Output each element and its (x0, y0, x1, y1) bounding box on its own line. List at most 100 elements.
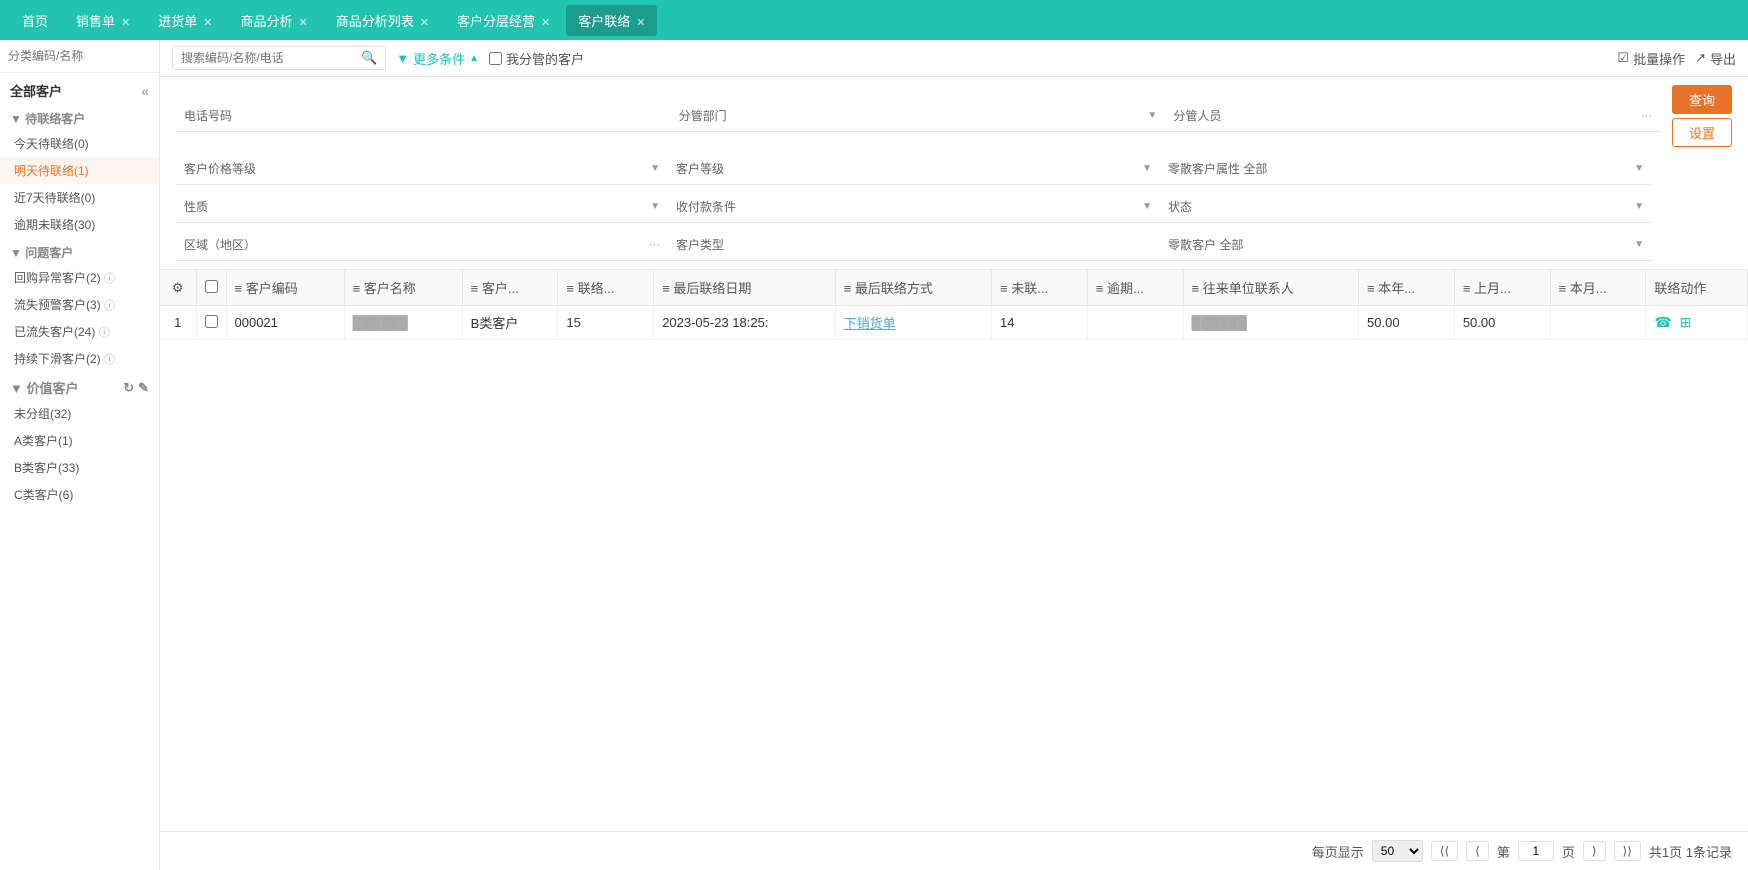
filter-dropdown-payment[interactable]: ▼ (1142, 201, 1152, 212)
my-customers-filter[interactable]: 我分管的客户 (489, 49, 584, 68)
filter-dropdown-nature[interactable]: ▼ (650, 201, 660, 212)
sidebar-item-today[interactable]: 今天待联络(0) (0, 130, 159, 157)
nav-item-customer-contact[interactable]: 客户联络✕ (566, 5, 657, 36)
filter-cell-dept: 分管部门 ▼ (671, 100, 1166, 132)
filter-label-dept: 分管部门 (679, 107, 749, 124)
nav-item-purchase[interactable]: 进货单✕ (146, 5, 224, 36)
sidebar-item-declining[interactable]: 持续下滑客户(2) ⓘ (0, 345, 159, 372)
col-checkbox[interactable] (196, 270, 226, 306)
filter-dropdown-customer-level[interactable]: ▼ (1142, 163, 1152, 174)
set-button[interactable]: 设置 (1672, 118, 1732, 147)
sidebar-value-refresh-icon[interactable]: ↻ (123, 380, 134, 396)
filter-label-region: 区域（地区） (184, 236, 256, 253)
filter-row-2: 客户价格等级 ▼ 客户等级 ▼ 零散客户属性 全部 ▼ (176, 153, 1732, 185)
col-settings[interactable]: ⚙ (160, 270, 196, 306)
filter-cell-person: 分管人员 ··· (1165, 100, 1660, 132)
cell-this-year: 50.00 (1359, 306, 1455, 340)
nav-close-icon[interactable]: ✕ (541, 17, 550, 29)
per-page-select[interactable]: 50 100 200 (1372, 840, 1423, 862)
main-search-icon[interactable]: 🔍 (361, 50, 377, 66)
cell-last-contact-method[interactable]: 下销货单 (835, 306, 991, 340)
nav-item-sales[interactable]: 销售单✕ (64, 5, 142, 36)
nav-item-goods-analysis[interactable]: 商品分析✕ (228, 5, 319, 36)
filter-cell-customer-level: 客户等级 ▼ (668, 153, 1160, 185)
col-last-contact-method-header: ≡ 最后联络方式 (835, 270, 991, 306)
grid-icon[interactable]: ⊞ (1680, 314, 1692, 331)
nav-close-icon[interactable]: ✕ (121, 17, 130, 29)
filter-label-payment: 收付款条件 (676, 198, 746, 215)
contact-method-link[interactable]: 下销货单 (844, 316, 896, 331)
table-body: 1 000021 ██████ B类客户 15 2023-05-23 18:25… (160, 306, 1748, 340)
filter-dropdown-dept[interactable]: ▼ (1147, 110, 1157, 121)
filter-dots-region[interactable]: ··· (649, 239, 660, 251)
cell-checkbox[interactable] (196, 306, 226, 340)
cell-type: B类客户 (462, 306, 558, 340)
col-overdue-header: ≡ 逾期... (1087, 270, 1183, 306)
my-customers-checkbox[interactable] (489, 52, 502, 65)
all-customers-header[interactable]: 全部客户 « (0, 73, 159, 104)
main-search-input[interactable] (181, 51, 361, 65)
next-page-btn[interactable]: ⟩ (1583, 841, 1606, 861)
sidebar-item-classB[interactable]: B类客户(33) (0, 454, 159, 481)
cell-name: ██████ (344, 306, 462, 340)
nav-item-home[interactable]: 首页 (10, 5, 60, 36)
advanced-filter-panel: 电话号码 分管部门 ▼ 分管人员 ··· 查询 设置 (160, 77, 1748, 270)
nav-item-goods-analysis-list[interactable]: 商品分析列表✕ (324, 5, 441, 36)
sidebar-item-churn-warning[interactable]: 流失预警客户(3) ⓘ (0, 291, 159, 318)
sidebar-search-input[interactable] (8, 49, 160, 63)
filter-row-4: 区域（地区） ··· 客户类型 零散客户 全部 ▼ (176, 229, 1732, 261)
customer-table-container: ⚙ ≡ 客户编码 ≡ 客户名称 ≡ 客户... ≡ 联络... ≡ 最后联络日期… (160, 270, 1748, 831)
export-btn[interactable]: ↗ 导出 (1695, 49, 1736, 68)
sidebar-group-pending[interactable]: ▼ 待联络客户 (0, 104, 159, 130)
sidebar-item-week[interactable]: 近7天待联络(0) (0, 184, 159, 211)
total-records: 共1页 1条记录 (1649, 842, 1732, 861)
cell-contact-count: 15 (558, 306, 654, 340)
sidebar-item-classC[interactable]: C类客户(6) (0, 481, 159, 508)
sidebar-group-problem[interactable]: ▼ 问题客户 (0, 238, 159, 264)
more-conditions-chevron: ▲ (469, 53, 479, 64)
filter-dropdown-retail[interactable]: ▼ (1634, 239, 1644, 250)
sidebar-collapse-icon[interactable]: « (141, 83, 149, 99)
filter-dropdown-retail-attr[interactable]: ▼ (1634, 163, 1644, 174)
sidebar-item-overdue[interactable]: 逾期未联络(30) (0, 211, 159, 238)
filter-cell-price-level: 客户价格等级 ▼ (176, 153, 668, 185)
select-all-checkbox[interactable] (205, 280, 218, 293)
filter-label-phone: 电话号码 (184, 107, 254, 124)
filter-cell-phone: 电话号码 (176, 100, 671, 132)
sidebar-value-edit-icon[interactable]: ✎ (138, 380, 149, 396)
call-icon[interactable]: ☎ (1654, 314, 1671, 331)
query-button[interactable]: 查询 (1672, 85, 1732, 114)
search-input-wrap: 🔍 (172, 46, 386, 70)
sidebar-item-tomorrow[interactable]: 明天待联络(1) (0, 157, 159, 184)
nav-close-icon[interactable]: ✕ (636, 17, 645, 29)
col-last-month-header: ≡ 上月... (1454, 270, 1550, 306)
customer-table: ⚙ ≡ 客户编码 ≡ 客户名称 ≡ 客户... ≡ 联络... ≡ 最后联络日期… (160, 270, 1748, 340)
col-name-header: ≡ 客户名称 (344, 270, 462, 306)
col-type-header: ≡ 客户... (462, 270, 558, 306)
more-conditions-btn[interactable]: ▼ 更多条件 ▲ (396, 49, 479, 68)
page-input[interactable] (1518, 841, 1554, 861)
filter-cell-nature: 性质 ▼ (176, 191, 668, 223)
pagination-bar: 每页显示 50 100 200 ⟨⟨ ⟨ 第 页 ⟩ ⟩⟩ 共1页 1条记录 (160, 831, 1748, 870)
filter-label-customer-type: 客户类型 (676, 236, 746, 253)
nav-close-icon[interactable]: ✕ (420, 17, 429, 29)
cell-last-contact-date: 2023-05-23 18:25: (654, 306, 835, 340)
nav-close-icon[interactable]: ✕ (203, 17, 212, 29)
filter-dots-person[interactable]: ··· (1641, 110, 1652, 122)
sidebar-item-ungrouped[interactable]: 未分组(32) (0, 400, 159, 427)
sidebar-group-value[interactable]: ▼ 价值客户 ↻ ✎ (0, 372, 159, 400)
filter-dropdown-price-level[interactable]: ▼ (650, 163, 660, 174)
prev-page-btn[interactable]: ⟨ (1466, 841, 1489, 861)
row-checkbox[interactable] (205, 315, 218, 328)
sidebar-item-abnormal[interactable]: 回购异常客户(2) ⓘ (0, 264, 159, 291)
sidebar-item-classA[interactable]: A类客户(1) (0, 427, 159, 454)
nav-item-customer-segment[interactable]: 客户分层经营✕ (445, 5, 562, 36)
sidebar-item-churned[interactable]: 已流失客户(24) ⓘ (0, 318, 159, 345)
last-page-btn[interactable]: ⟩⟩ (1614, 841, 1641, 861)
first-page-btn[interactable]: ⟨⟨ (1431, 841, 1458, 861)
nav-close-icon[interactable]: ✕ (299, 17, 308, 29)
col-this-month-header: ≡ 本月... (1550, 270, 1646, 306)
col-contact-count-header: ≡ 联络... (558, 270, 654, 306)
filter-dropdown-status[interactable]: ▼ (1634, 201, 1644, 212)
batch-operation-btn[interactable]: ☑ 批量操作 (1617, 49, 1685, 68)
